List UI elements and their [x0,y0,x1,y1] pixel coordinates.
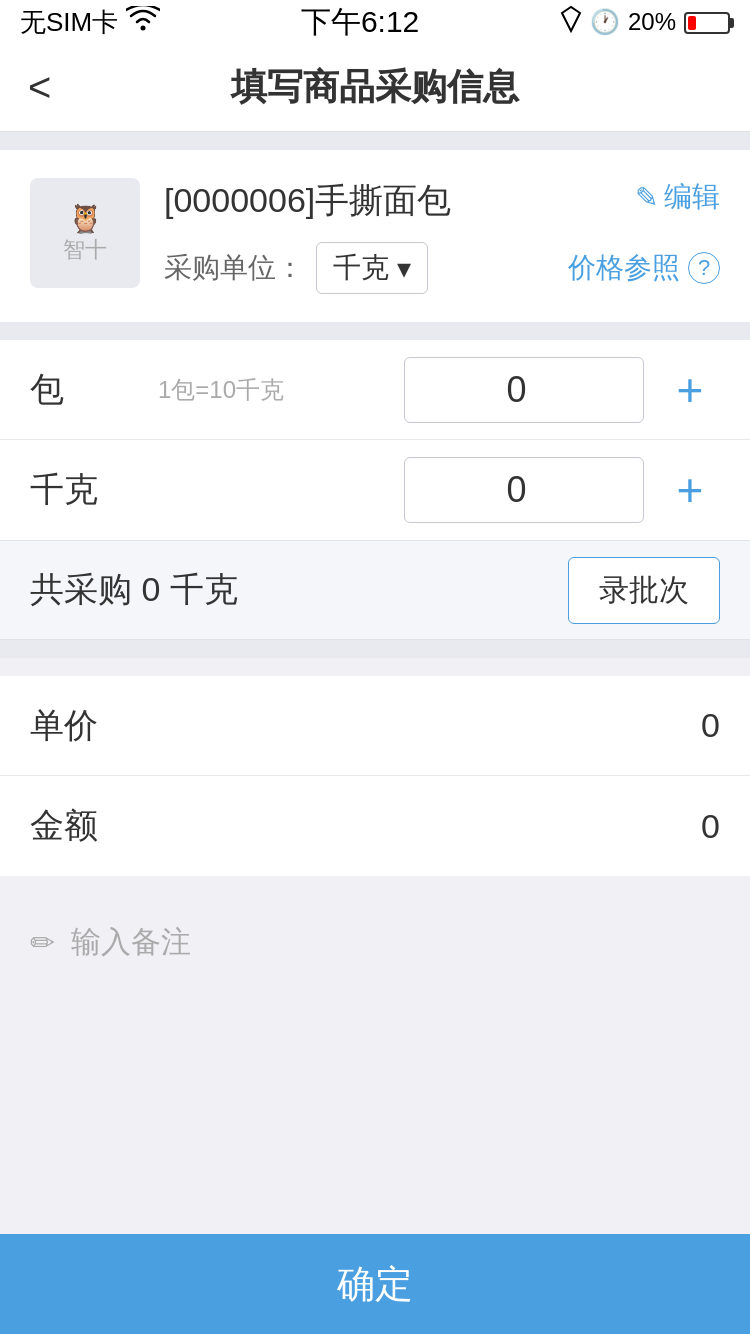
remark-placeholder-text: 输入备注 [71,922,191,963]
price-ref-label: 价格参照 [568,249,680,287]
status-right: 🕐 20% [560,5,730,39]
top-divider [0,132,750,150]
status-left: 无SIM卡 [20,5,160,40]
price-section: 单价 0 金额 0 [0,676,750,876]
bao-sub-label: 1包=10千克 [158,374,284,406]
bao-plus-button[interactable]: + [660,360,720,420]
product-name: [0000006]手撕面包 [164,178,451,224]
amount-label: 金额 [30,803,98,849]
quantity-section: 包 1包=10千克 + 千克 + [0,340,750,540]
unit-price-label: 单价 [30,703,98,749]
wifi-icon [126,6,160,39]
unit-label-text: 采购单位： [164,249,304,287]
price-reference-button[interactable]: 价格参照 ? [568,249,720,287]
nav-bar: < 填写商品采购信息 [0,44,750,132]
pencil-icon: ✏ [30,925,55,960]
remark-input-row[interactable]: ✏ 输入备注 [30,922,720,963]
battery-percent: 20% [628,8,676,36]
carrier-text: 无SIM卡 [20,5,118,40]
summary-row: 共采购 0 千克 录批次 [0,540,750,640]
product-thumbnail: 🦉 智十 [30,178,140,288]
battery-icon [684,8,730,36]
kg-label: 千克 [30,467,150,513]
amount-value: 0 [701,807,720,846]
unit-value: 千克 [333,249,389,287]
question-icon: ? [688,252,720,284]
edit-label: 编辑 [664,178,720,216]
edit-button[interactable]: ✎ 编辑 [635,178,720,216]
edit-icon: ✎ [635,181,658,214]
status-time: 下午6:12 [301,2,419,43]
kg-plus-button[interactable]: + [660,460,720,520]
confirm-button[interactable]: 确定 [0,1234,750,1334]
back-button[interactable]: < [28,65,51,110]
svg-point-0 [141,25,146,30]
mid-divider-1 [0,322,750,340]
kg-input-row: 千克 + [0,440,750,540]
batch-record-button[interactable]: 录批次 [568,557,720,624]
bao-label: 包 [30,367,150,413]
alarm-icon: 🕐 [590,8,620,36]
kg-quantity-input[interactable] [404,457,644,523]
page-title: 填写商品采购信息 [231,63,519,112]
total-purchase-text: 共采购 0 千克 [30,567,238,613]
status-bar: 无SIM卡 下午6:12 🕐 20% [0,0,750,44]
location-icon [560,5,582,39]
remark-section: ✏ 输入备注 [0,894,750,1154]
product-info: [0000006]手撕面包 ✎ 编辑 采购单位： 千克 ▾ 价格参照 ? [164,178,720,294]
mid-divider-2 [0,640,750,658]
confirm-button-label: 确定 [337,1259,413,1310]
bao-input-row: 包 1包=10千克 + [0,340,750,440]
amount-row: 金额 0 [0,776,750,876]
bao-quantity-input[interactable] [404,357,644,423]
unit-dropdown[interactable]: 千克 ▾ [316,242,428,294]
product-card: 🦉 智十 [0000006]手撕面包 ✎ 编辑 采购单位： 千克 ▾ 价格参照 … [0,150,750,322]
unit-price-row: 单价 0 [0,676,750,776]
unit-price-value: 0 [701,706,720,745]
chevron-down-icon: ▾ [397,252,411,285]
